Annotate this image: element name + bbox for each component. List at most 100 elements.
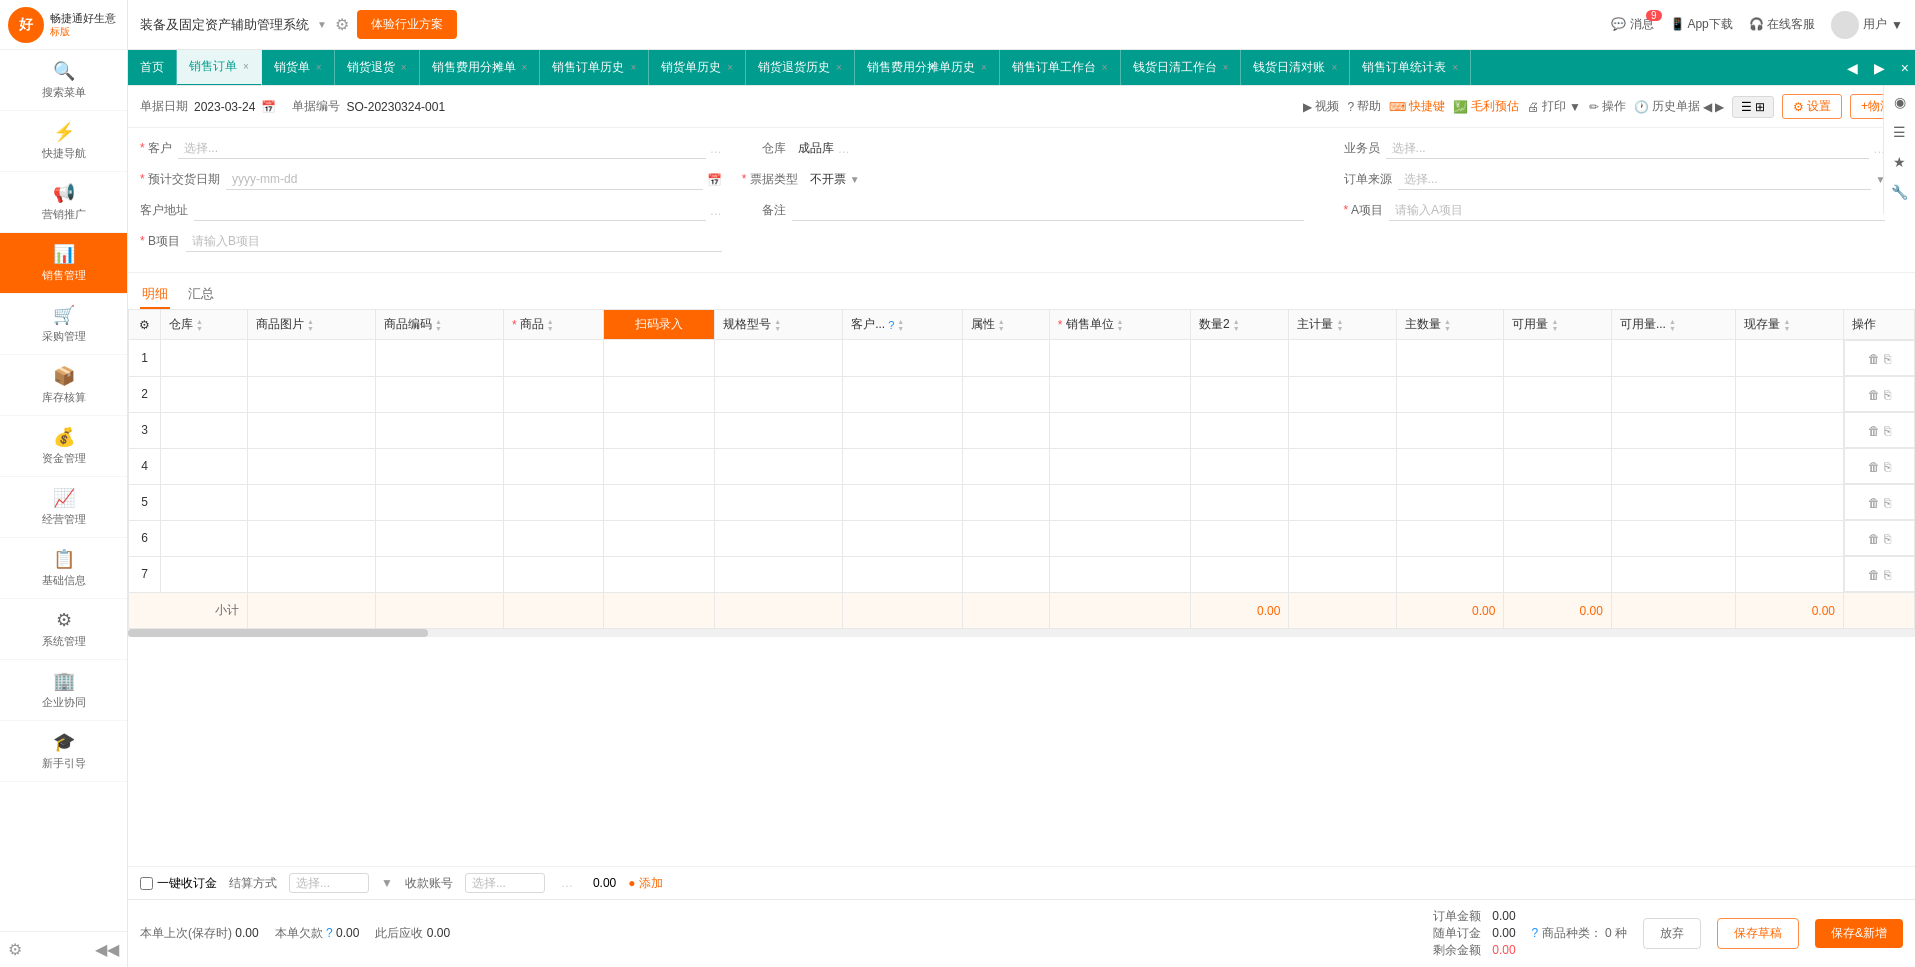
sidebar-item-search[interactable]: 🔍 搜索菜单: [0, 50, 127, 111]
tab-sales-order-close[interactable]: ×: [243, 61, 249, 72]
industry-solution-btn[interactable]: 体验行业方案: [357, 10, 457, 39]
payment-method-arrow[interactable]: ▼: [381, 876, 393, 890]
sidebar-item-quick-nav[interactable]: ⚡ 快捷导航: [0, 111, 127, 172]
row-6-delete-icon[interactable]: 🗑: [1868, 532, 1880, 546]
tab-stats-close[interactable]: ×: [1452, 62, 1458, 73]
settings-bottom-icon[interactable]: ⚙: [8, 940, 22, 959]
row-1-spec[interactable]: [715, 340, 843, 377]
horizontal-scrollbar[interactable]: [128, 629, 1915, 637]
one-click-payment-label[interactable]: 一键收订金: [140, 875, 217, 892]
tab-reconcile-close[interactable]: ×: [1331, 62, 1337, 73]
col-stock[interactable]: 现存量▲▼: [1736, 310, 1844, 340]
row-2-qty2[interactable]: [1190, 376, 1288, 412]
tab-sales-return[interactable]: 销货退货 ×: [335, 50, 420, 86]
col-code[interactable]: 商品编码▲▼: [376, 310, 504, 340]
sidebar-item-enterprise[interactable]: 🏢 企业协同: [0, 660, 127, 721]
discard-btn[interactable]: 放弃: [1643, 918, 1701, 949]
right-panel-icon-4[interactable]: ★: [1886, 148, 1914, 176]
row-2-code[interactable]: [376, 376, 504, 412]
tab-sales-bill-close[interactable]: ×: [316, 62, 322, 73]
col-main-qty[interactable]: 主数量▲▼: [1396, 310, 1504, 340]
history-nav-prev[interactable]: ◀: [1703, 100, 1712, 114]
one-click-payment-checkbox[interactable]: [140, 877, 153, 890]
tab-fee-hist[interactable]: 销售费用分摊单历史 ×: [855, 50, 1000, 86]
view-btn[interactable]: ▶ 视频: [1303, 98, 1339, 115]
customer-input[interactable]: [178, 138, 706, 159]
tab-bill-hist[interactable]: 销货单历史 ×: [649, 50, 746, 86]
col-cust-code[interactable]: 客户... ? ▲▼: [843, 310, 963, 340]
customer-addr-input[interactable]: [194, 200, 706, 221]
row-2-product[interactable]: [504, 376, 604, 412]
product-count-help[interactable]: ?: [1532, 926, 1539, 940]
sidebar-item-purchase[interactable]: 🛒 采购管理: [0, 294, 127, 355]
tab-workbench-close[interactable]: ×: [1102, 62, 1108, 73]
row-2-copy-icon[interactable]: ⎘: [1884, 388, 1891, 402]
row-4-delete-icon[interactable]: 🗑: [1868, 460, 1880, 474]
tab-sales-return-close[interactable]: ×: [401, 62, 407, 73]
row-2-available[interactable]: [1504, 376, 1612, 412]
history-btn[interactable]: 🕐 历史单据 ◀ ▶: [1634, 98, 1724, 115]
row-7-copy-icon[interactable]: ⎘: [1884, 568, 1891, 582]
account-input[interactable]: [465, 873, 545, 893]
tab-sales-fee-close[interactable]: ×: [522, 62, 528, 73]
row-4-copy-icon[interactable]: ⎘: [1884, 460, 1891, 474]
row-2-scan[interactable]: [604, 376, 715, 412]
tab-daily-wb-close[interactable]: ×: [1223, 62, 1229, 73]
row-1-available2[interactable]: [1611, 340, 1736, 377]
note-input[interactable]: [792, 200, 1304, 221]
col-product[interactable]: *商品▲▼: [504, 310, 604, 340]
row-7-delete-icon[interactable]: 🗑: [1868, 568, 1880, 582]
row-1-attr[interactable]: [962, 340, 1049, 377]
tab-stats[interactable]: 销售订单统计表 ×: [1350, 50, 1471, 86]
row-2-spec[interactable]: [715, 376, 843, 412]
row-5-copy-icon[interactable]: ⎘: [1884, 496, 1891, 510]
row-1-product[interactable]: [504, 340, 604, 377]
row-2-delete-icon[interactable]: 🗑: [1868, 388, 1880, 402]
col-attr[interactable]: 属性▲▼: [962, 310, 1049, 340]
scrollbar-thumb[interactable]: [128, 629, 428, 637]
row-2-unit[interactable]: [1049, 376, 1190, 412]
staff-input[interactable]: [1386, 138, 1870, 159]
add-payment-btn[interactable]: ● 添加: [628, 875, 662, 892]
row-1-image[interactable]: [248, 340, 376, 377]
col-available2[interactable]: 可用量...▲▼: [1611, 310, 1736, 340]
row-1-code[interactable]: [376, 340, 504, 377]
row-1-stock[interactable]: [1736, 340, 1844, 377]
tab-workbench[interactable]: 销售订单工作台 ×: [1000, 50, 1121, 86]
view-toggle-btn[interactable]: ☰ ⊞: [1732, 96, 1774, 118]
system-gear-btn[interactable]: ⚙: [335, 15, 349, 34]
user-area[interactable]: 用户 ▼: [1831, 11, 1903, 39]
row-1-delete-icon[interactable]: 🗑: [1868, 352, 1880, 366]
col-unit[interactable]: *销售单位▲▼: [1049, 310, 1190, 340]
app-download-btn[interactable]: 📱 App下载: [1670, 16, 1733, 33]
sidebar-item-inventory[interactable]: 📦 库存核算: [0, 355, 127, 416]
row-2-warehouse[interactable]: [161, 376, 248, 412]
row-2-main-qty[interactable]: [1396, 376, 1504, 412]
col-available[interactable]: 可用量▲▼: [1504, 310, 1612, 340]
row-5-delete-icon[interactable]: 🗑: [1868, 496, 1880, 510]
col-qty2[interactable]: 数量2▲▼: [1190, 310, 1288, 340]
delivery-calendar-icon[interactable]: 📅: [707, 173, 722, 187]
tab-reconcile[interactable]: 钱货日清对账 ×: [1241, 50, 1350, 86]
tab-sales-order-hist-close[interactable]: ×: [630, 62, 636, 73]
right-panel-icon-2[interactable]: ◉: [1886, 88, 1914, 116]
col-warehouse[interactable]: 仓库▲▼: [161, 310, 248, 340]
row-2-cust-code[interactable]: [843, 376, 963, 412]
addr-dots[interactable]: …: [710, 204, 722, 218]
col-scan[interactable]: 扫码录入: [604, 310, 715, 340]
tab-bill-hist-close[interactable]: ×: [727, 62, 733, 73]
invoice-type-arrow[interactable]: ▼: [850, 174, 860, 185]
sidebar-item-marketing[interactable]: 📢 营销推广: [0, 172, 127, 233]
sidebar-item-finance[interactable]: 💰 资金管理: [0, 416, 127, 477]
col-spec[interactable]: 规格型号▲▼: [715, 310, 843, 340]
tab-next-btn[interactable]: ▶: [1868, 58, 1891, 78]
row-1-main-unit[interactable]: [1289, 340, 1397, 377]
tab-sales-fee[interactable]: 销售费用分摊单 ×: [420, 50, 541, 86]
tab-sales-order-hist[interactable]: 销售订单历史 ×: [540, 50, 649, 86]
tab-fee-hist-close[interactable]: ×: [981, 62, 987, 73]
operation-btn[interactable]: ✏ 操作: [1589, 98, 1626, 115]
sidebar-item-sales[interactable]: 📊 销售管理: [0, 233, 127, 294]
col-image[interactable]: 商品图片▲▼: [248, 310, 376, 340]
row-1-cust-code[interactable]: [843, 340, 963, 377]
row-3-warehouse[interactable]: [161, 412, 248, 448]
